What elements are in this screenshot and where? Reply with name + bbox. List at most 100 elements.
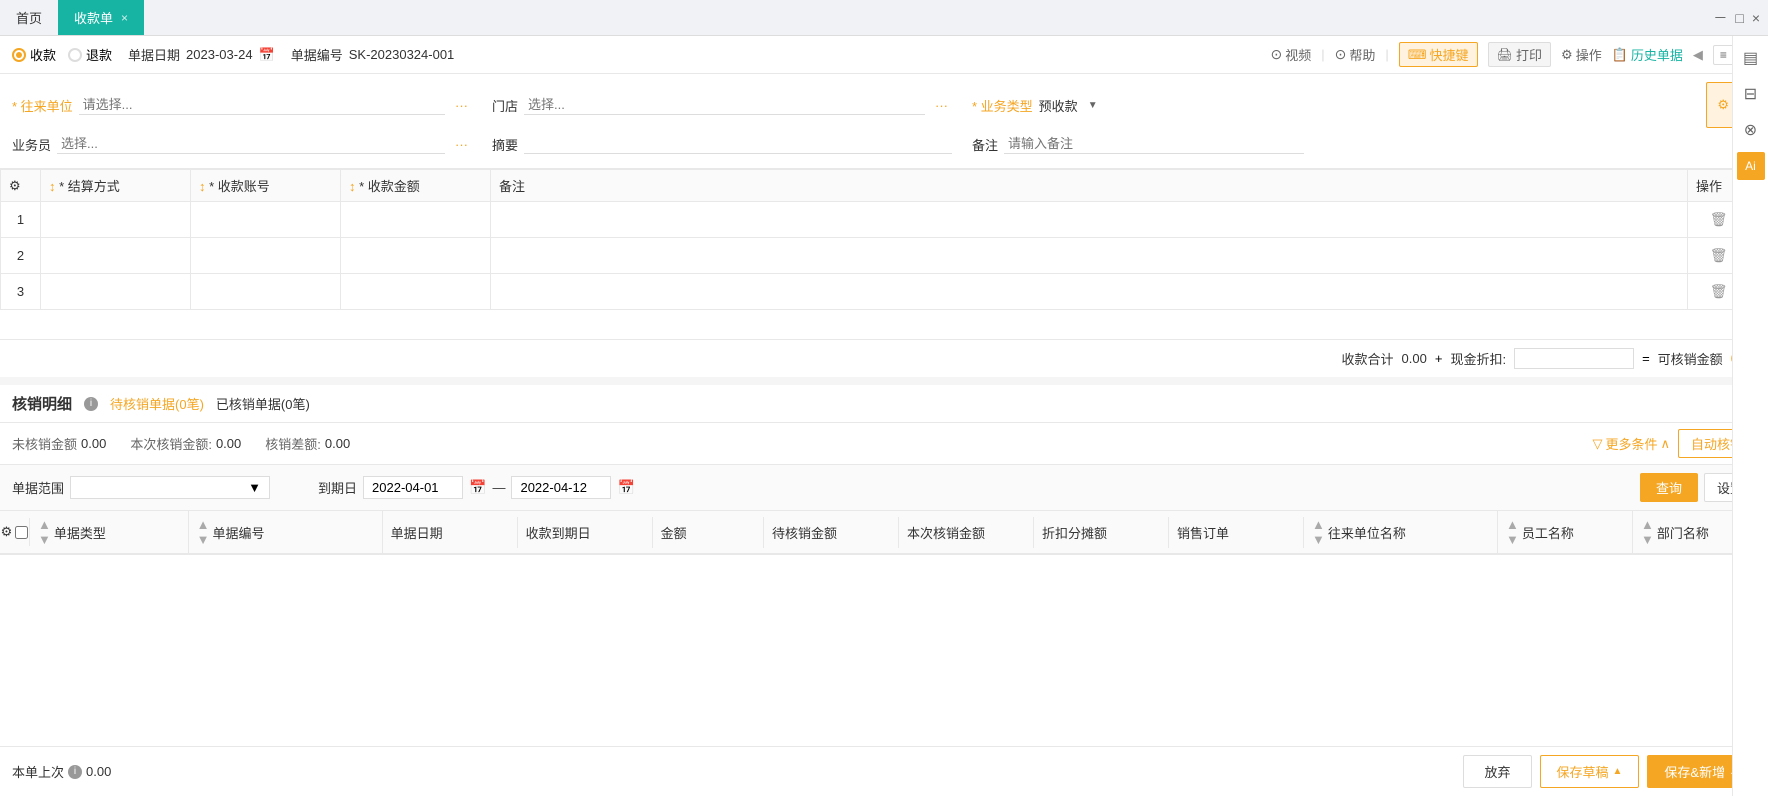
completed-tab[interactable]: 已核销单据(0笔) xyxy=(216,394,310,413)
sort-number-icon[interactable]: ▲▼ xyxy=(197,517,210,547)
th-notes: 备注 xyxy=(491,170,1688,202)
receipt-refund-toggle: 收款 退款 xyxy=(12,45,112,64)
row-3-idx: 3 xyxy=(1,274,41,310)
counterpart-more-btn[interactable]: ··· xyxy=(451,98,472,113)
date-separator: — xyxy=(492,480,505,495)
th-settings[interactable]: ⚙ xyxy=(1,170,41,202)
counterpart-input[interactable] xyxy=(79,95,445,115)
notes-input[interactable] xyxy=(1004,134,1304,154)
due-date-start-calendar-btn[interactable]: 📅 xyxy=(469,479,486,496)
row-1-notes[interactable] xyxy=(491,202,1688,238)
sidebar-ai-icon[interactable]: Ai xyxy=(1737,152,1765,180)
radio-receipt[interactable]: 收款 xyxy=(12,45,56,64)
range-select[interactable]: ▼ xyxy=(70,476,270,499)
store-label: 门店 xyxy=(492,96,518,115)
nav-prev-icon[interactable]: ◀ xyxy=(1693,47,1703,63)
summary-label: 摘要 xyxy=(492,135,518,154)
more-conditions-btn[interactable]: ▽ 更多条件 ∧ xyxy=(1592,434,1670,453)
sort-dept-icon[interactable]: ▲▼ xyxy=(1641,517,1654,547)
row-1-delete-icon[interactable]: 🗑 xyxy=(1710,211,1728,228)
row-2-notes[interactable] xyxy=(491,238,1688,274)
th-receipt-account: ↕ * 收款账号 xyxy=(191,170,341,202)
due-date-end-calendar-btn[interactable]: 📅 xyxy=(617,479,634,496)
row-2-account[interactable] xyxy=(191,238,341,274)
row-2-amount[interactable] xyxy=(341,238,491,274)
row-3-amount[interactable] xyxy=(341,274,491,310)
counterpart-label: * 往来单位 xyxy=(12,96,73,115)
sidebar-table-icon[interactable]: ▤ xyxy=(1737,44,1765,72)
tab-bar: 首页 收款单 × － □ × xyxy=(0,0,1768,36)
row-3-delete-icon[interactable]: 🗑 xyxy=(1710,283,1728,300)
window-minimize-icon[interactable]: － xyxy=(1713,8,1727,28)
operate-btn[interactable]: ⚙ 操作 xyxy=(1561,45,1602,64)
video-icon: ⊙ xyxy=(1270,46,1282,63)
verify-header: 核销明细 i 待核销单据(0笔) 已核销单据(0笔) xyxy=(0,385,1768,423)
range-field: 单据范围 ▼ xyxy=(12,476,270,499)
verify-info-icon[interactable]: i xyxy=(84,397,98,411)
verify-title: 核销明细 xyxy=(12,393,72,414)
salesperson-input[interactable] xyxy=(57,134,445,154)
window-close-icon[interactable]: × xyxy=(1752,10,1760,26)
history-icon: 📋 xyxy=(1612,47,1628,63)
store-field: 门店 ··· xyxy=(492,95,952,115)
summary-input[interactable] xyxy=(524,134,952,154)
toolbar-right: ⊙ 视频 | ⊙ 帮助 | ⌨ 快捷键 🖨 打印 ⚙ 操作 📋 xyxy=(1270,42,1756,67)
tab-close-icon[interactable]: × xyxy=(121,11,128,25)
sort-counterpart-icon[interactable]: ▲▼ xyxy=(1312,517,1325,547)
sidebar-form-icon[interactable]: ⊟ xyxy=(1737,80,1765,108)
verify-info-row: 未核销金额 0.00 本次核销金额: 0.00 核销差额: 0.00 ▽ 更多条… xyxy=(0,423,1768,465)
row-3-account[interactable] xyxy=(191,274,341,310)
bth-number: ▲▼ 单据编号 xyxy=(189,511,383,553)
help-icon: ⊙ xyxy=(1335,46,1347,63)
form-row-2: 业务员 ··· 摘要 备注 xyxy=(12,134,1756,154)
table-settings-icon[interactable]: ⚙ xyxy=(9,178,21,193)
row-2-payment[interactable] xyxy=(41,238,191,274)
summary-row: 收款合计 0.00 + 现金折扣: = 可核销金额 0.00 xyxy=(0,339,1768,377)
filter-icon: ▽ xyxy=(1592,436,1602,452)
th-payment-method: ↕ * 结算方式 xyxy=(41,170,191,202)
bottom-info-icon[interactable]: i xyxy=(68,765,82,779)
sort-type-icon[interactable]: ▲▼ xyxy=(38,517,51,547)
row-3-payment[interactable] xyxy=(41,274,191,310)
list-view-btn[interactable]: ≡ xyxy=(1714,46,1733,64)
sort-employee-icon[interactable]: ▲▼ xyxy=(1506,517,1519,547)
pending-tab[interactable]: 待核销单据(0笔) xyxy=(110,394,204,413)
plus-sign: + xyxy=(1435,351,1443,366)
discount-input[interactable] xyxy=(1514,348,1634,369)
radio-refund[interactable]: 退款 xyxy=(68,45,112,64)
bth-amount: 金额 xyxy=(653,517,764,548)
query-btn[interactable]: 查询 xyxy=(1640,473,1698,502)
row-3-notes[interactable] xyxy=(491,274,1688,310)
th-amount: ↕ * 收款金额 xyxy=(341,170,491,202)
table-settings-icon-2[interactable]: ⚙ xyxy=(1,524,13,540)
range-label: 单据范围 xyxy=(12,478,64,497)
section-divider xyxy=(0,377,1768,385)
radio-receipt-circle xyxy=(12,48,26,62)
save-draft-btn[interactable]: 保存草稿 ▲ xyxy=(1540,755,1640,788)
form-row-1: * 往来单位 ··· 门店 ··· * 业务类型 预收款 ▼ ⚙ 设置 xyxy=(12,82,1756,128)
row-1-account[interactable] xyxy=(191,202,341,238)
window-maximize-icon[interactable]: □ xyxy=(1735,10,1743,26)
calendar-icon[interactable]: 📅 xyxy=(259,47,275,63)
history-btn[interactable]: 📋 历史单据 xyxy=(1612,45,1683,64)
video-btn[interactable]: ⊙ 视频 xyxy=(1270,45,1311,64)
biz-type-dropdown-icon[interactable]: ▼ xyxy=(1088,100,1098,111)
shortcut-btn[interactable]: ⌨ 快捷键 xyxy=(1399,42,1478,67)
row-2-idx: 2 xyxy=(1,238,41,274)
store-input[interactable] xyxy=(524,95,925,115)
due-date-end-input[interactable] xyxy=(511,476,611,499)
tab-receipt[interactable]: 收款单 × xyxy=(58,0,144,35)
tab-home[interactable]: 首页 xyxy=(0,0,58,35)
row-1-amount[interactable] xyxy=(341,202,491,238)
row-2-delete-icon[interactable]: 🗑 xyxy=(1710,247,1728,264)
select-all-checkbox[interactable] xyxy=(15,526,28,539)
store-more-btn[interactable]: ··· xyxy=(931,98,952,113)
help-btn[interactable]: ⊙ 帮助 xyxy=(1335,45,1376,64)
toolbar: 收款 退款 单据日期 2023-03-24 📅 单据编号 SK-20230324… xyxy=(0,36,1768,74)
salesperson-more-btn[interactable]: ··· xyxy=(451,137,472,152)
print-btn[interactable]: 🖨 打印 xyxy=(1488,42,1552,67)
sidebar-link-icon[interactable]: ⊗ xyxy=(1737,116,1765,144)
abandon-btn[interactable]: 放弃 xyxy=(1463,755,1531,788)
due-date-start-input[interactable] xyxy=(363,476,463,499)
row-1-payment[interactable] xyxy=(41,202,191,238)
